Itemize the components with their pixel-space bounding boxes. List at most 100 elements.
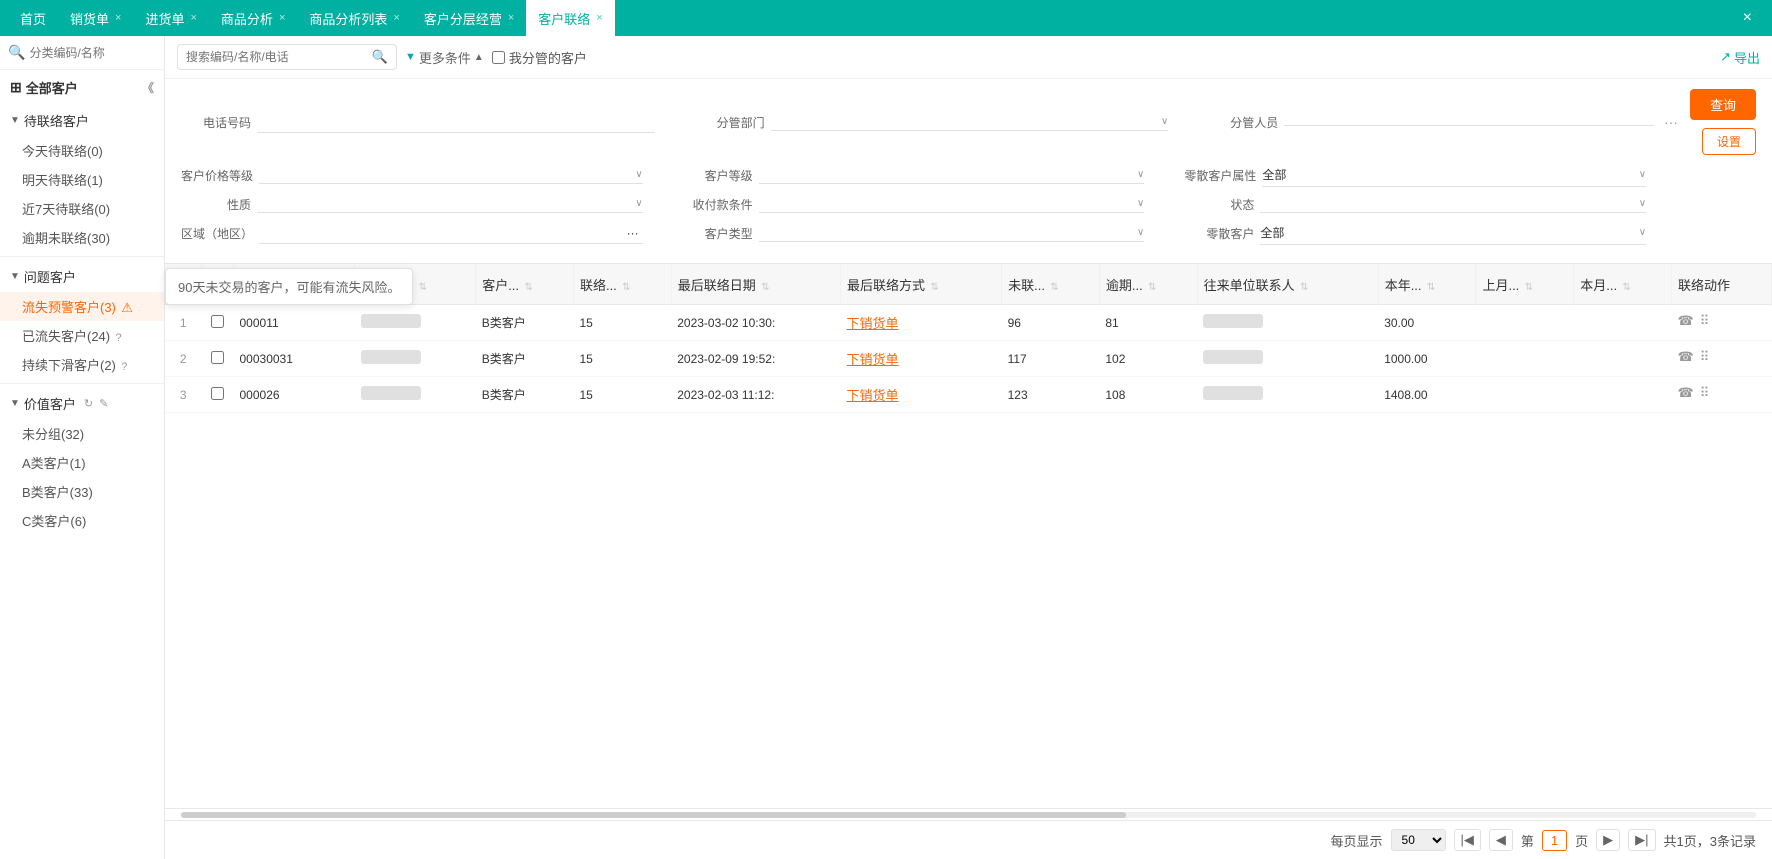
dept-select[interactable]: ∨ bbox=[771, 113, 1169, 131]
edit-icon[interactable]: ✎ bbox=[99, 397, 108, 410]
col-last-date[interactable]: 最后联络日期 ⇅ bbox=[671, 264, 840, 305]
close-icon[interactable]: × bbox=[279, 12, 285, 24]
col-person[interactable]: 往来单位联系人 ⇅ bbox=[1197, 264, 1378, 305]
row-last-method[interactable]: 下销货单 bbox=[841, 377, 1002, 413]
sidebar-item-class-c[interactable]: C类客户(6) bbox=[0, 506, 164, 535]
action-more-icon[interactable]: ⠿ bbox=[1700, 349, 1710, 365]
chevron-down-icon: ∨ bbox=[1137, 198, 1144, 209]
sidebar-item-tomorrow[interactable]: 明天待联络(1) bbox=[0, 165, 164, 194]
row-action[interactable]: ☎ ⠿ bbox=[1671, 341, 1771, 373]
scatter-customer-select[interactable]: 全部 ∨ bbox=[1260, 221, 1646, 245]
sidebar-item-7days[interactable]: 近7天待联络(0) bbox=[0, 194, 164, 223]
row-action[interactable]: ☎ ⠿ bbox=[1671, 377, 1771, 409]
advanced-filter-panel: 电话号码 分管部门 ∨ 分管人员 bbox=[165, 79, 1772, 264]
search-input[interactable] bbox=[186, 50, 372, 64]
action-call-icon[interactable]: ☎ bbox=[1677, 385, 1693, 401]
next-page-button[interactable]: ▶ bbox=[1596, 829, 1620, 851]
query-button[interactable]: 查询 bbox=[1690, 89, 1756, 120]
export-button[interactable]: ↗ 导出 bbox=[1720, 48, 1760, 67]
nav-purchase-order[interactable]: 进货单 × bbox=[133, 0, 208, 36]
row-last-date: 2023-02-09 19:52: bbox=[671, 341, 840, 377]
refresh-icon[interactable]: ↻ bbox=[84, 397, 93, 410]
row-index: 2 bbox=[165, 341, 202, 377]
row-checkbox[interactable] bbox=[202, 377, 234, 413]
close-icon[interactable]: × bbox=[115, 12, 121, 24]
row-checkbox[interactable] bbox=[202, 305, 234, 341]
payment-select[interactable]: ∨ bbox=[759, 195, 1145, 213]
action-call-icon[interactable]: ☎ bbox=[1677, 313, 1693, 329]
nav-product-analysis-list[interactable]: 商品分析列表 × bbox=[297, 0, 411, 36]
region-select[interactable]: ··· bbox=[259, 223, 643, 244]
scatter-attr-select[interactable]: 全部 ∨ bbox=[1262, 163, 1646, 187]
nav-home[interactable]: 首页 bbox=[8, 0, 58, 36]
sidebar-item-class-a[interactable]: A类客户(1) bbox=[0, 448, 164, 477]
sidebar-all-customers[interactable]: ⊞ 全部客户 《 bbox=[0, 70, 164, 105]
filter-bar: 🔍 ▼ 更多条件 ▲ 我分管的客户 ↗ 导出 bbox=[165, 36, 1772, 79]
close-icon[interactable]: × bbox=[190, 12, 196, 24]
person-select[interactable] bbox=[1284, 119, 1654, 126]
table-row: 2 00030031 B类客户 15 2023-02-09 19:52: 下销货… bbox=[165, 341, 1772, 377]
settings-button[interactable]: 设置 bbox=[1702, 128, 1756, 155]
search-icon[interactable]: 🔍 bbox=[372, 49, 388, 65]
row-contact: 15 bbox=[573, 341, 671, 377]
sidebar-section-pending[interactable]: ▼ 待联络客户 bbox=[0, 105, 164, 136]
my-customers-check[interactable] bbox=[492, 51, 505, 64]
nature-select[interactable]: ∨ bbox=[257, 195, 643, 213]
phone-input[interactable] bbox=[257, 112, 655, 133]
row-last-method[interactable]: 下销货单 bbox=[841, 305, 1002, 341]
customer-type-select[interactable]: ∨ bbox=[759, 224, 1145, 242]
my-customers-checkbox[interactable]: 我分管的客户 bbox=[492, 48, 587, 67]
nav-sales-order[interactable]: 销货单 × bbox=[58, 0, 133, 36]
window-close-button[interactable]: × bbox=[1731, 9, 1764, 27]
more-icon[interactable]: ··· bbox=[1660, 114, 1682, 130]
row-action[interactable]: ☎ ⠿ bbox=[1671, 305, 1771, 337]
col-this-month[interactable]: 本月... ⇅ bbox=[1574, 264, 1672, 305]
pagination-bar: 每页显示 50 100 200 |◀ ◀ 第 1 页 ▶ ▶| 共1页，3条记录 bbox=[165, 820, 1772, 859]
filter-row-1: 电话号码 分管部门 ∨ 分管人员 bbox=[181, 89, 1756, 155]
col-contact[interactable]: 联络... ⇅ bbox=[573, 264, 671, 305]
sidebar-item-class-b[interactable]: B类客户(33) bbox=[0, 477, 164, 506]
col-last-month[interactable]: 上月... ⇅ bbox=[1476, 264, 1574, 305]
close-icon[interactable]: × bbox=[508, 12, 514, 24]
horizontal-scrollbar[interactable] bbox=[165, 808, 1772, 820]
col-last-method[interactable]: 最后联络方式 ⇅ bbox=[841, 264, 1002, 305]
chevron-down-icon: ∨ bbox=[1161, 116, 1168, 127]
status-select[interactable]: ∨ bbox=[1260, 195, 1646, 213]
close-icon[interactable]: × bbox=[596, 12, 602, 24]
prev-page-button[interactable]: ◀ bbox=[1489, 829, 1513, 851]
col-overdue[interactable]: 逾期... ⇅ bbox=[1099, 264, 1197, 305]
sidebar-section-value[interactable]: ▼ 价值客户 ↻ ✎ bbox=[0, 388, 164, 419]
col-type[interactable]: 客户... ⇅ bbox=[476, 264, 574, 305]
sidebar-search-input[interactable] bbox=[29, 46, 165, 60]
sidebar-section-problem[interactable]: ▼ 问题客户 bbox=[0, 261, 164, 292]
nav-customer-contact[interactable]: 客户联络 × bbox=[526, 0, 614, 36]
price-grade-select[interactable]: ∨ bbox=[259, 166, 643, 184]
current-page[interactable]: 1 bbox=[1542, 830, 1567, 851]
last-page-button[interactable]: ▶| bbox=[1628, 829, 1655, 851]
filter-region: 区域（地区） ··· bbox=[181, 223, 643, 244]
more-icon[interactable]: ··· bbox=[623, 226, 643, 240]
first-page-button[interactable]: |◀ bbox=[1454, 829, 1481, 851]
sidebar-item-churned[interactable]: 已流失客户(24) ? bbox=[0, 321, 164, 350]
action-more-icon[interactable]: ⠿ bbox=[1700, 313, 1710, 329]
close-icon[interactable]: × bbox=[393, 12, 399, 24]
customer-grade-select[interactable]: ∨ bbox=[759, 166, 1145, 184]
sidebar-item-churn-warning[interactable]: 流失预警客户(3) ⚠ bbox=[0, 292, 164, 321]
scrollbar-thumb[interactable] bbox=[181, 812, 1126, 818]
col-this-year[interactable]: 本年... ⇅ bbox=[1378, 264, 1476, 305]
row-this-month bbox=[1574, 305, 1672, 341]
nav-product-analysis[interactable]: 商品分析 × bbox=[209, 0, 297, 36]
action-more-icon[interactable]: ⠿ bbox=[1700, 385, 1710, 401]
col-no-contact[interactable]: 未联... ⇅ bbox=[1002, 264, 1100, 305]
per-page-select[interactable]: 50 100 200 bbox=[1391, 829, 1446, 851]
nav-customer-tier[interactable]: 客户分层经营 × bbox=[412, 0, 526, 36]
action-call-icon[interactable]: ☎ bbox=[1677, 349, 1693, 365]
row-last-method[interactable]: 下销货单 bbox=[841, 341, 1002, 377]
row-checkbox[interactable] bbox=[202, 341, 234, 377]
row-last-month bbox=[1476, 305, 1574, 341]
sidebar-item-ungroup[interactable]: 未分组(32) bbox=[0, 419, 164, 448]
sidebar-item-declining[interactable]: 持续下滑客户(2) ? bbox=[0, 350, 164, 379]
more-conditions-button[interactable]: ▼ 更多条件 ▲ bbox=[405, 48, 484, 67]
sidebar-item-overdue[interactable]: 逾期未联络(30) bbox=[0, 223, 164, 252]
sidebar-item-today[interactable]: 今天待联络(0) bbox=[0, 136, 164, 165]
